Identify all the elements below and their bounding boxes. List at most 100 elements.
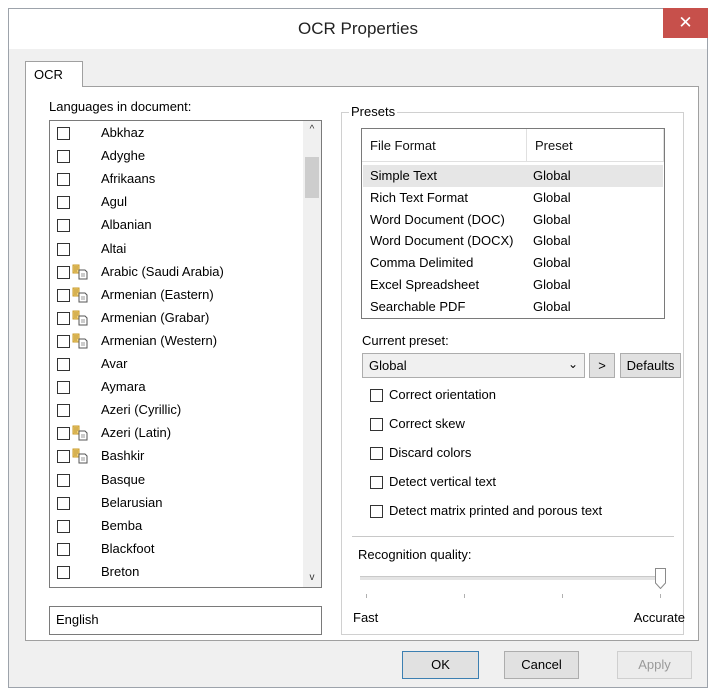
language-item[interactable]: Aymara [50,376,300,399]
language-item[interactable]: Azeri (Latin) [50,422,300,445]
preset-cell: Global [533,233,571,249]
quality-slider-track[interactable] [360,576,665,580]
preset-cell: Global [533,211,571,227]
preset-row[interactable]: Rich Text Format Global [363,187,663,209]
option-checkbox[interactable] [370,476,383,489]
language-item[interactable]: Albanian [50,214,300,237]
current-preset-value: Global [369,358,407,373]
column-header-preset[interactable]: Preset [527,129,664,162]
language-item[interactable]: Belarusian [50,492,300,515]
language-label: Azeri (Latin) [101,425,172,441]
file-format-cell: Rich Text Format [370,189,469,205]
language-label: Bemba [101,517,143,533]
language-label: Aymara [101,379,146,395]
preset-cell: Global [533,277,571,292]
selected-languages-field[interactable]: English [49,606,322,635]
option-checkbox[interactable] [370,447,383,460]
preset-cell: Global [533,298,571,314]
language-checkbox[interactable] [57,519,70,533]
language-label: Belarusian [101,494,163,510]
language-label: Agul [101,194,128,210]
language-checkbox[interactable] [57,381,70,395]
language-label: Altai [101,240,127,256]
preset-row[interactable]: Word Document (DOC) Global [363,209,663,231]
language-label: Basque [101,471,146,487]
language-checkbox[interactable] [57,496,70,510]
language-checkbox[interactable] [57,196,70,210]
language-item[interactable]: Basque [50,469,300,492]
apply-button[interactable]: Apply [617,651,692,679]
language-checkbox[interactable] [57,450,70,464]
slider-tick [464,594,465,598]
language-checkbox[interactable] [57,265,70,279]
language-item[interactable]: Altai [50,238,300,261]
scroll-down-arrow[interactable]: v [303,569,321,587]
current-preset-dropdown[interactable]: Global ⌄ [362,353,585,378]
dictionary-icon [72,333,88,349]
file-format-cell: Simple Text [370,168,437,183]
language-item[interactable]: Afrikaans [50,168,300,191]
language-item[interactable]: Azeri (Cyrillic) [50,399,300,422]
preset-row[interactable]: Simple Text Global [363,165,663,187]
close-button[interactable]: ✕ [663,8,708,38]
ocr-properties-dialog: OCR Properties ✕ OCR Languages in docume… [8,8,708,688]
scrollbar-thumb[interactable] [305,157,319,198]
language-checkbox[interactable] [57,334,70,348]
preset-cell: Global [533,189,571,205]
file-format-cell: Word Document (DOCX) [370,233,514,249]
defaults-button[interactable]: Defaults [620,353,681,378]
language-item[interactable]: Blackfoot [50,538,300,561]
language-checkbox[interactable] [57,242,70,256]
tab-ocr[interactable]: OCR [25,61,83,87]
language-checkbox[interactable] [57,427,70,441]
preset-cell: Global [533,168,571,183]
scroll-up-arrow[interactable]: ^ [303,121,321,139]
file-format-cell: Searchable PDF [370,298,466,314]
preset-row[interactable]: Searchable PDF Global [363,296,663,318]
option-checkbox[interactable] [370,418,383,431]
language-item[interactable]: Armenian (Grabar) [50,307,300,330]
language-checkbox[interactable] [57,473,70,487]
column-header-file-format[interactable]: File Format [362,129,527,162]
language-item[interactable]: Bashkir [50,445,300,468]
language-checkbox[interactable] [57,404,70,418]
language-item[interactable]: Avar [50,353,300,376]
ok-button[interactable]: OK [402,651,479,679]
option-checkbox[interactable] [370,505,383,518]
preset-row[interactable]: Comma Delimited Global [363,252,663,274]
language-checkbox[interactable] [57,150,70,164]
preset-row[interactable]: Excel Spreadsheet Global [363,274,663,296]
option-label: Correct orientation [389,387,496,402]
language-checkbox[interactable] [57,173,70,187]
language-checkbox[interactable] [57,542,70,556]
language-checkbox[interactable] [57,565,70,579]
languages-title: Languages in document: [49,99,192,114]
language-checkbox[interactable] [57,219,70,233]
language-list[interactable]: ^ v Abkhaz Adyghe Afrikaans Agul Albanian Alt… [49,120,322,588]
language-label: Armenian (Eastern) [101,286,214,302]
language-item[interactable]: Armenian (Eastern) [50,284,300,307]
quality-slider-thumb[interactable] [655,568,666,589]
language-item[interactable]: Abkhaz [50,122,300,145]
language-item[interactable]: Breton [50,561,300,584]
language-item[interactable]: Agul [50,191,300,214]
language-list-scrollbar[interactable]: ^ v [303,121,321,587]
cancel-button[interactable]: Cancel [504,651,579,679]
presets-table[interactable]: File Format Preset Simple Text Global Rich… [361,128,665,319]
language-label: Armenian (Western) [101,332,218,348]
close-icon: ✕ [678,13,693,32]
language-item[interactable]: Armenian (Western) [50,330,300,353]
language-label: Azeri (Cyrillic) [101,402,182,418]
file-format-cell: Excel Spreadsheet [370,277,480,292]
language-item[interactable]: Arabic (Saudi Arabia) [50,261,300,284]
preset-row[interactable]: Word Document (DOCX) Global [363,230,663,252]
language-checkbox[interactable] [57,288,70,302]
dictionary-icon [72,448,88,464]
preset-more-button[interactable]: > [589,353,615,378]
language-item[interactable]: Adyghe [50,145,300,168]
language-checkbox[interactable] [57,358,70,371]
language-item[interactable]: Bemba [50,515,300,538]
language-checkbox[interactable] [57,127,70,140]
option-checkbox[interactable] [370,389,383,402]
language-checkbox[interactable] [57,311,70,325]
